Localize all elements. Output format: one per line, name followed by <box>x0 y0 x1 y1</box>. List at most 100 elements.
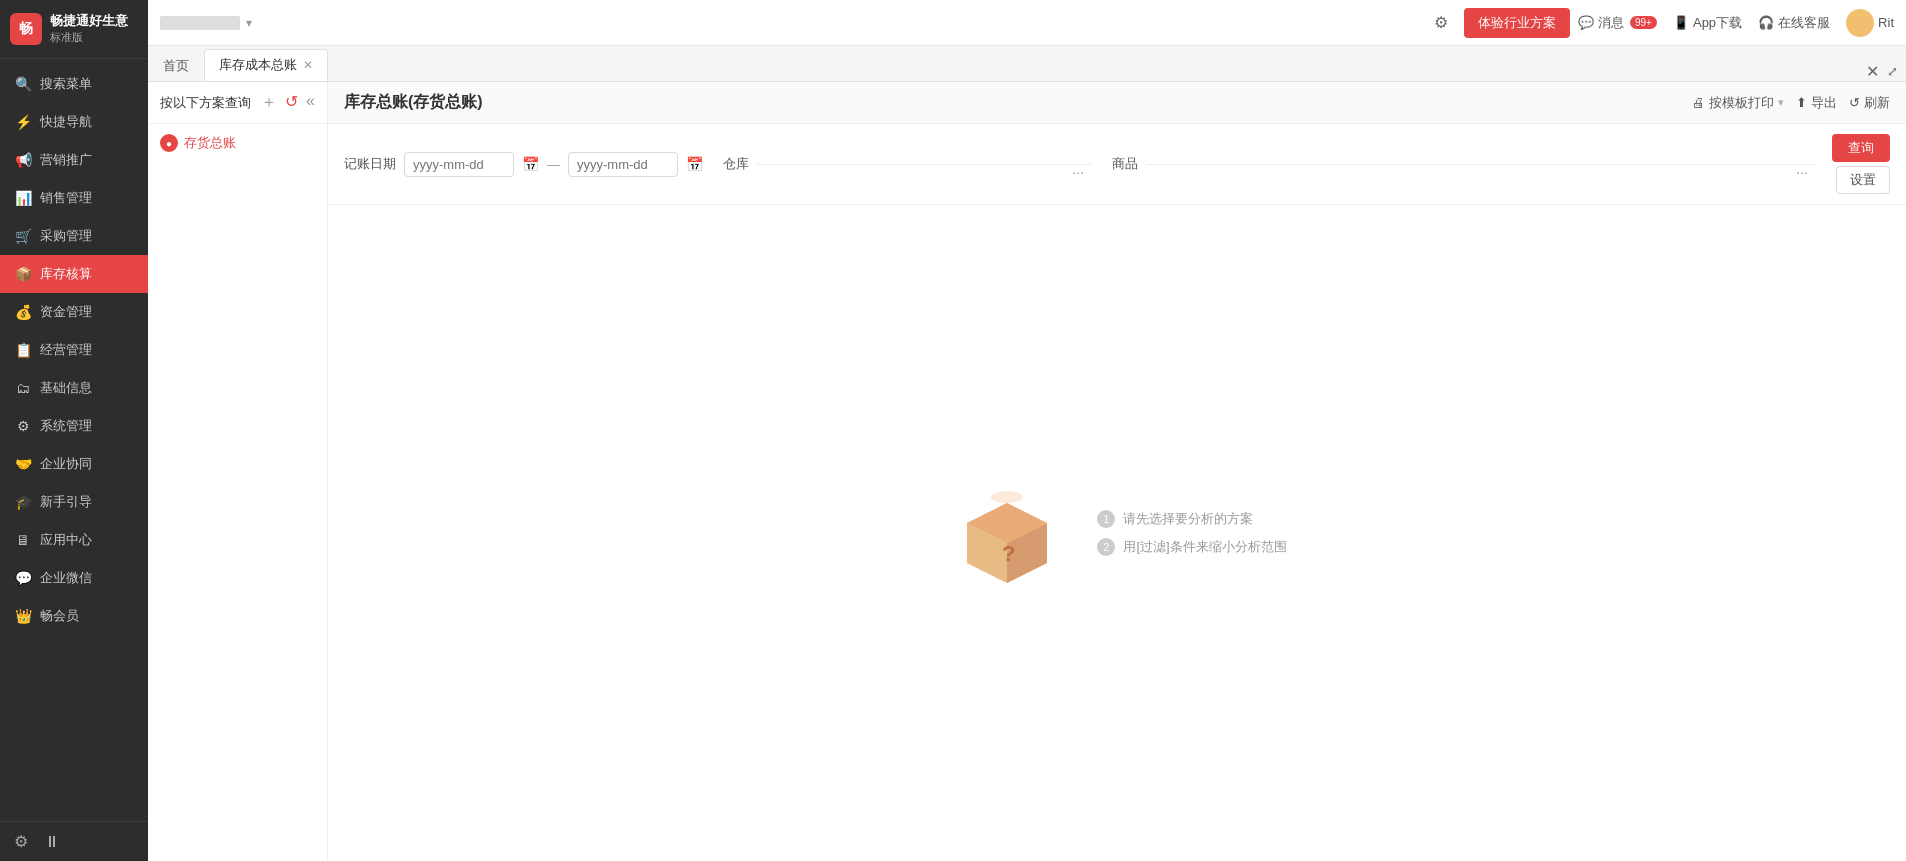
filter-item-inventory[interactable]: ● 存货总账 <box>148 124 327 162</box>
calendar-start-icon[interactable]: 📅 <box>522 156 539 172</box>
warehouse-more-icon[interactable]: ··· <box>1068 164 1088 180</box>
industry-btn[interactable]: 体验行业方案 <box>1464 8 1570 38</box>
audio-bottom-icon[interactable]: ⏸ <box>44 833 60 851</box>
goods-label: 商品 <box>1112 155 1138 173</box>
topbar: ▾ ⚙ 体验行业方案 💬 消息 99+ 📱 App下载 🎧 在线客服 Rit <box>148 0 1906 46</box>
nav-label-enterprise: 企业协同 <box>40 455 92 473</box>
tab-home-label: 首页 <box>163 57 189 75</box>
sidebar-item-enterprise[interactable]: 🤝 企业协同 <box>0 445 148 483</box>
filter-refresh-icon[interactable]: ↺ <box>285 92 298 113</box>
filter-collapse-icon[interactable]: « <box>306 92 315 113</box>
page-header-actions: 🖨 按模板打印 ▾ ⬆ 导出 ↺ 刷新 <box>1692 94 1890 112</box>
nav-label-wechat: 企业微信 <box>40 569 92 587</box>
breadcrumb-arrow-icon: ▾ <box>246 16 252 30</box>
step-2-circle: 2 <box>1097 538 1115 556</box>
calendar-end-icon[interactable]: 📅 <box>686 156 703 172</box>
message-label: 消息 <box>1598 14 1624 32</box>
app-logo-text: 畅捷通好生意 标准版 <box>50 12 128 46</box>
print-btn[interactable]: 🖨 按模板打印 ▾ <box>1692 94 1784 112</box>
export-icon: ⬆ <box>1796 95 1807 110</box>
filter-item-label: 存货总账 <box>184 134 236 152</box>
nav-icon-search: 🔍 <box>14 75 32 93</box>
tab-inventory-ledger[interactable]: 库存成本总账 ✕ <box>204 49 328 81</box>
print-label: 按模板打印 <box>1709 94 1774 112</box>
close-panel-icon[interactable]: ✕ <box>1866 62 1879 81</box>
filter-item-dot-icon: ● <box>160 134 178 152</box>
query-bar: 记账日期 📅 — 📅 仓库 ··· 商品 ··· 查询 设置 <box>328 124 1906 205</box>
app-version: 标准版 <box>50 30 128 45</box>
sidebar-item-guide[interactable]: 🎓 新手引导 <box>0 483 148 521</box>
date-start-input[interactable] <box>404 152 514 177</box>
nav-label-guide: 新手引导 <box>40 493 92 511</box>
filter-header-icons: ＋ ↺ « <box>261 92 315 113</box>
step-1-circle: 1 <box>1097 510 1115 528</box>
refresh-btn[interactable]: ↺ 刷新 <box>1849 94 1890 112</box>
nav-icon-wechat: 💬 <box>14 569 32 587</box>
nav-icon-member: 👑 <box>14 607 32 625</box>
filter-panel-header: 按以下方案查询 ＋ ↺ « <box>148 82 327 124</box>
nav-label-search: 搜索菜单 <box>40 75 92 93</box>
date-end-input[interactable] <box>568 152 678 177</box>
refresh-label: 刷新 <box>1864 94 1890 112</box>
sidebar-item-sales[interactable]: 📊 销售管理 <box>0 179 148 217</box>
nav-label-shortcut: 快捷导航 <box>40 113 92 131</box>
sidebar-item-wechat[interactable]: 💬 企业微信 <box>0 559 148 597</box>
nav-icon-basic: 🗂 <box>14 379 32 397</box>
export-btn[interactable]: ⬆ 导出 <box>1796 94 1837 112</box>
page-header: 库存总账(存货总账) 🖨 按模板打印 ▾ ⬆ 导出 ↺ 刷新 <box>328 82 1906 124</box>
breadcrumb: ▾ <box>160 16 1434 30</box>
user-info[interactable]: Rit <box>1846 9 1894 37</box>
nav-icon-system: ⚙ <box>14 417 32 435</box>
sidebar-logo: 畅 畅捷通好生意 标准版 <box>0 0 148 59</box>
export-label: 导出 <box>1811 94 1837 112</box>
tab-home[interactable]: 首页 <box>148 49 204 81</box>
filter-add-icon[interactable]: ＋ <box>261 92 277 113</box>
empty-state: ? 1 请先选择要分析的方案 2 用[过滤]条件来缩小分析范围 <box>328 205 1906 861</box>
nav-label-app_center: 应用中心 <box>40 531 92 549</box>
nav-label-sales: 销售管理 <box>40 189 92 207</box>
empty-text: 1 请先选择要分析的方案 2 用[过滤]条件来缩小分析范围 <box>1097 510 1286 556</box>
sidebar-nav: 🔍 搜索菜单 ⚡ 快捷导航 📢 营销推广 📊 销售管理 🛒 采购管理 📦 库存核… <box>0 59 148 821</box>
goods-more-icon[interactable]: ··· <box>1792 164 1812 180</box>
sidebar-item-inventory[interactable]: 📦 库存核算 <box>0 255 148 293</box>
sidebar-item-search[interactable]: 🔍 搜索菜单 <box>0 65 148 103</box>
online-service-btn[interactable]: 🎧 在线客服 <box>1758 14 1830 32</box>
hint1-text: 请先选择要分析的方案 <box>1123 510 1253 528</box>
panel-controls: ✕ ⤢ <box>1866 62 1898 81</box>
sidebar-item-purchase[interactable]: 🛒 采购管理 <box>0 217 148 255</box>
date-label: 记账日期 <box>344 155 396 173</box>
sidebar-item-basic[interactable]: 🗂 基础信息 <box>0 369 148 407</box>
print-icon: 🖨 <box>1692 95 1705 110</box>
topbar-settings-icon[interactable]: ⚙ <box>1434 13 1448 32</box>
sidebar-item-finance[interactable]: 💰 资金管理 <box>0 293 148 331</box>
sidebar-bottom: ⚙ ⏸ <box>0 821 148 861</box>
filter-header-label: 按以下方案查询 <box>160 94 251 112</box>
online-service-label: 在线客服 <box>1778 14 1830 32</box>
right-content: 库存总账(存货总账) 🖨 按模板打印 ▾ ⬆ 导出 ↺ 刷新 <box>328 82 1906 861</box>
avatar <box>1846 9 1874 37</box>
query-btn[interactable]: 查询 <box>1832 134 1890 162</box>
nav-icon-operation: 📋 <box>14 341 32 359</box>
expand-panel-icon[interactable]: ⤢ <box>1887 64 1898 79</box>
sidebar-item-member[interactable]: 👑 畅会员 <box>0 597 148 635</box>
settings-btn[interactable]: 设置 <box>1836 166 1890 194</box>
sidebar-item-shortcut[interactable]: ⚡ 快捷导航 <box>0 103 148 141</box>
sidebar-item-app_center[interactable]: 🖥 应用中心 <box>0 521 148 559</box>
page-area: 按以下方案查询 ＋ ↺ « ● 存货总账 库存总账(存货总账) 🖨 <box>148 82 1906 861</box>
user-name: Rit <box>1878 15 1894 30</box>
date-separator: — <box>547 157 560 172</box>
sidebar-item-marketing[interactable]: 📢 营销推广 <box>0 141 148 179</box>
topbar-right: 💬 消息 99+ 📱 App下载 🎧 在线客服 Rit <box>1578 9 1894 37</box>
app-download-btn[interactable]: 📱 App下载 <box>1673 14 1742 32</box>
nav-icon-app_center: 🖥 <box>14 531 32 549</box>
nav-label-purchase: 采购管理 <box>40 227 92 245</box>
nav-icon-sales: 📊 <box>14 189 32 207</box>
sidebar-item-system[interactable]: ⚙ 系统管理 <box>0 407 148 445</box>
nav-label-system: 系统管理 <box>40 417 92 435</box>
nav-label-basic: 基础信息 <box>40 379 92 397</box>
tab-close-icon[interactable]: ✕ <box>303 58 313 72</box>
settings-bottom-icon[interactable]: ⚙ <box>14 832 28 851</box>
sidebar-item-operation[interactable]: 📋 经营管理 <box>0 331 148 369</box>
message-btn[interactable]: 💬 消息 99+ <box>1578 14 1657 32</box>
warehouse-label: 仓库 <box>723 155 749 173</box>
